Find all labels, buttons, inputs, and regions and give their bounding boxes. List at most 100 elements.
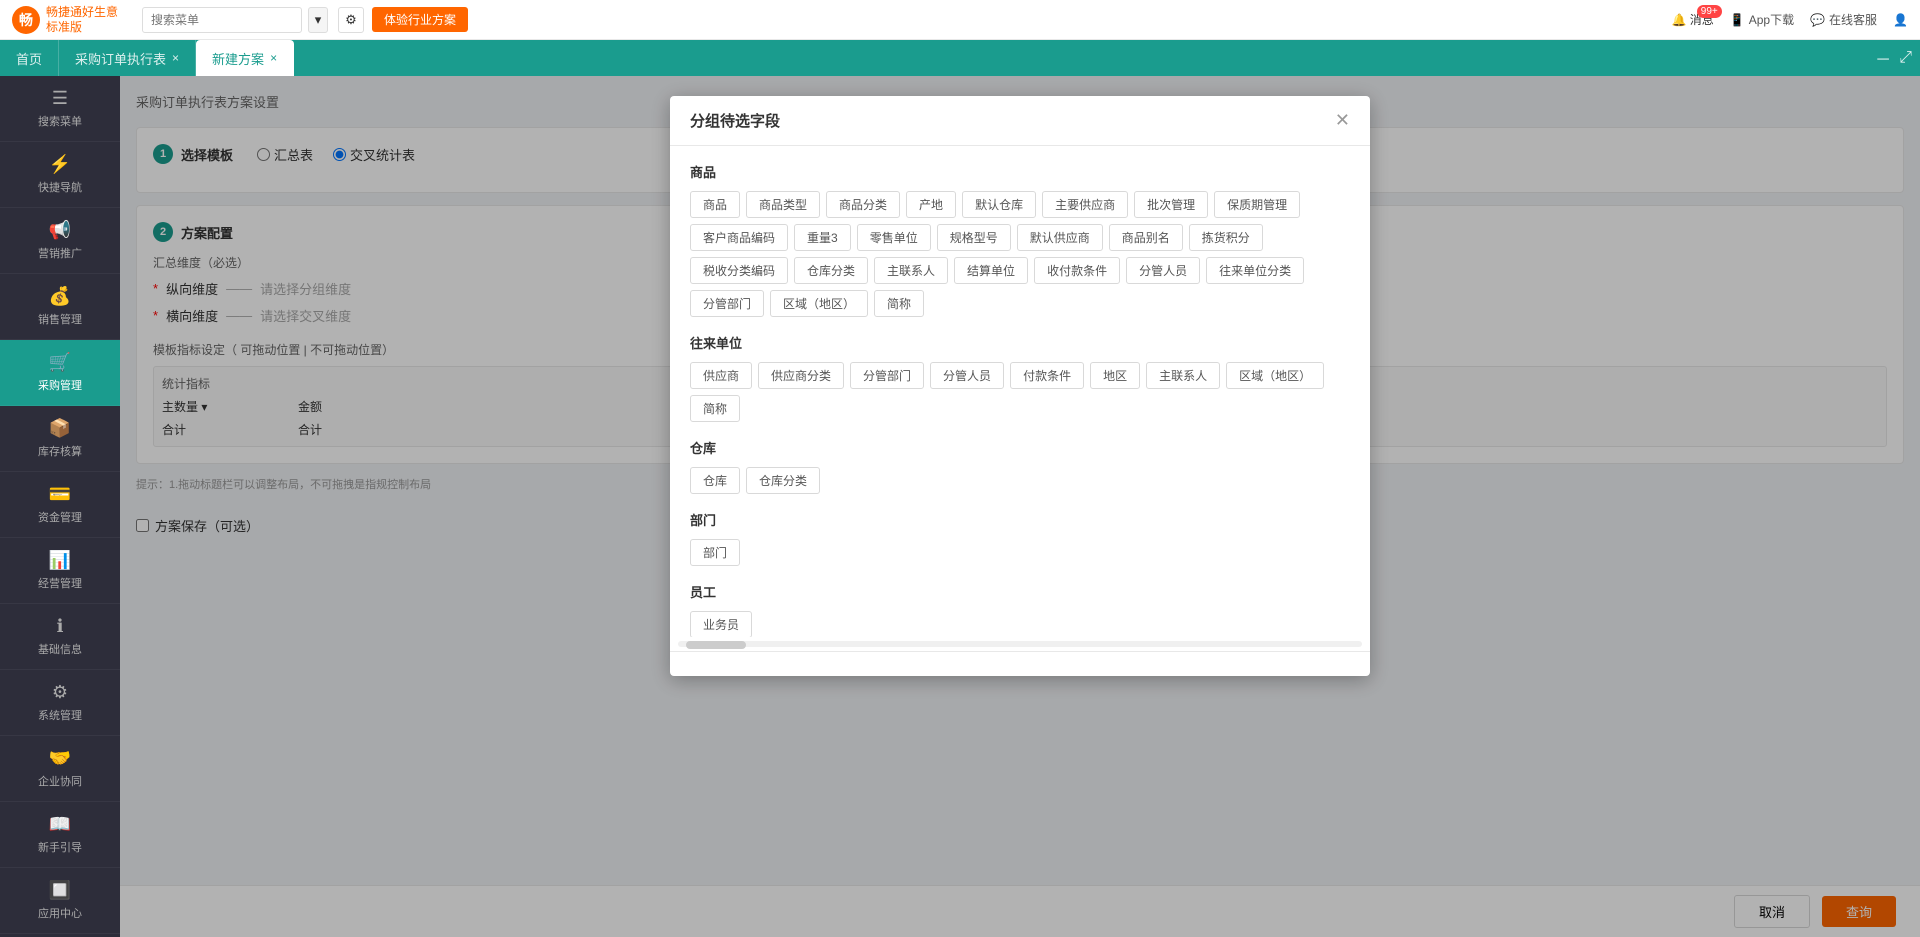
logo-area: 畅 畅捷通好生意 标准版 xyxy=(12,5,132,34)
hscroll-thumb xyxy=(686,641,746,649)
search-menu-icon: ☰ xyxy=(52,88,68,109)
inventory-icon: 📦 xyxy=(49,418,71,439)
search-dropdown[interactable]: ▾ xyxy=(308,7,328,33)
field-tag[interactable]: 主联系人 xyxy=(874,257,948,284)
tab-new-plan[interactable]: 新建方案 × xyxy=(196,40,294,76)
sidebar-item-marketing[interactable]: 📢 营销推广 xyxy=(0,208,120,274)
field-tag[interactable]: 部门 xyxy=(690,539,740,566)
logo-text: 畅捷通好生意 标准版 xyxy=(46,5,118,34)
field-tag[interactable]: 简称 xyxy=(874,290,924,317)
user-avatar[interactable]: 👤 xyxy=(1893,13,1908,27)
modal-footer xyxy=(670,651,1370,676)
section-title: 员工 xyxy=(690,582,1350,601)
sidebar-item-guide[interactable]: 📖 新手引导 xyxy=(0,802,120,868)
sidebar-item-finance[interactable]: 💳 资金管理 xyxy=(0,472,120,538)
modal-field-selector: 分组待选字段 ✕ 商品商品商品类型商品分类产地默认仓库主要供应商批次管理保质期管… xyxy=(670,96,1370,676)
operations-icon: 📊 xyxy=(49,550,71,571)
section-title: 仓库 xyxy=(690,438,1350,457)
field-tag[interactable]: 仓库 xyxy=(690,467,740,494)
field-tag[interactable]: 简称 xyxy=(690,395,740,422)
field-tag[interactable]: 重量3 xyxy=(794,224,851,251)
sidebar-item-purchase[interactable]: 🛒 采购管理 xyxy=(0,340,120,406)
tab-close-new-plan[interactable]: × xyxy=(270,51,277,65)
field-section-员工: 员工业务员 xyxy=(690,582,1350,637)
sidebar-item-enterprise[interactable]: 🤝 企业协同 xyxy=(0,736,120,802)
field-tag[interactable]: 批次管理 xyxy=(1134,191,1208,218)
purchase-icon: 🛒 xyxy=(49,352,71,373)
field-tag[interactable]: 仓库分类 xyxy=(794,257,868,284)
search-input[interactable] xyxy=(142,7,302,33)
header-search: ▾ ⚙ xyxy=(142,7,364,33)
notification-icon: 🔔 xyxy=(1671,13,1686,27)
modal-overlay: 分组待选字段 ✕ 商品商品商品类型商品分类产地默认仓库主要供应商批次管理保质期管… xyxy=(120,76,1920,937)
field-tag[interactable]: 商品 xyxy=(690,191,740,218)
sidebar-item-quicknav[interactable]: ⚡ 快捷导航 xyxy=(0,142,120,208)
field-tag[interactable]: 零售单位 xyxy=(857,224,931,251)
quicknav-icon: ⚡ xyxy=(49,154,71,175)
logo-icon: 畅 xyxy=(12,6,40,34)
field-grid: 部门 xyxy=(690,539,1350,566)
field-tag[interactable]: 默认仓库 xyxy=(962,191,1036,218)
field-tag[interactable]: 主联系人 xyxy=(1146,362,1220,389)
tab-expand-icon[interactable]: ⤢ xyxy=(1899,49,1912,67)
field-tag[interactable]: 主要供应商 xyxy=(1042,191,1128,218)
field-tag[interactable]: 默认供应商 xyxy=(1017,224,1103,251)
settings-icon[interactable]: ⚙ xyxy=(338,7,364,33)
field-tag[interactable]: 区域（地区） xyxy=(1226,362,1324,389)
section-title: 往来单位 xyxy=(690,333,1350,352)
system-icon: ⚙ xyxy=(52,682,68,703)
trial-button[interactable]: 体验行业方案 xyxy=(372,7,468,32)
sidebar-item-inventory[interactable]: 📦 库存核算 xyxy=(0,406,120,472)
field-tag[interactable]: 供应商 xyxy=(690,362,752,389)
sidebar-item-basic-info[interactable]: ℹ 基础信息 xyxy=(0,604,120,670)
field-tag[interactable]: 仓库分类 xyxy=(746,467,820,494)
avatar-icon: 👤 xyxy=(1893,13,1908,27)
field-tag[interactable]: 分管人员 xyxy=(1126,257,1200,284)
field-tag[interactable]: 客户商品编码 xyxy=(690,224,788,251)
field-tag[interactable]: 往来单位分类 xyxy=(1206,257,1304,284)
field-grid: 业务员 xyxy=(690,611,1350,637)
field-tag[interactable]: 收付款条件 xyxy=(1034,257,1120,284)
app-download[interactable]: 📱 App下载 xyxy=(1730,11,1794,28)
notification-area[interactable]: 🔔 99+ 消息 xyxy=(1671,11,1713,28)
tab-bar: 首页 采购订单执行表 × 新建方案 × － ⤢ xyxy=(0,40,1920,76)
field-grid: 商品商品类型商品分类产地默认仓库主要供应商批次管理保质期管理客户商品编码重量3零… xyxy=(690,191,1350,317)
field-tag[interactable]: 产地 xyxy=(906,191,956,218)
marketing-icon: 📢 xyxy=(49,220,71,241)
online-service[interactable]: 💬 在线客服 xyxy=(1810,11,1877,28)
field-tag[interactable]: 付款条件 xyxy=(1010,362,1084,389)
field-tag[interactable]: 供应商分类 xyxy=(758,362,844,389)
modal-close-button[interactable]: ✕ xyxy=(1335,110,1350,131)
field-tag[interactable]: 商品别名 xyxy=(1109,224,1183,251)
service-icon: 💬 xyxy=(1810,13,1825,27)
field-tag[interactable]: 规格型号 xyxy=(937,224,1011,251)
field-tag[interactable]: 区域（地区） xyxy=(770,290,868,317)
field-tag[interactable]: 商品分类 xyxy=(826,191,900,218)
tab-minimize-icon[interactable]: － xyxy=(1875,46,1891,70)
sidebar-item-system[interactable]: ⚙ 系统管理 xyxy=(0,670,120,736)
tab-bar-right: － ⤢ xyxy=(1875,46,1920,70)
field-tag[interactable]: 拣货积分 xyxy=(1189,224,1263,251)
sidebar-item-sales[interactable]: 💰 销售管理 xyxy=(0,274,120,340)
tab-purchase-order[interactable]: 采购订单执行表 × xyxy=(59,40,196,76)
field-tag[interactable]: 结算单位 xyxy=(954,257,1028,284)
sidebar-item-operations[interactable]: 📊 经营管理 xyxy=(0,538,120,604)
sidebar: ☰ 搜索菜单 ⚡ 快捷导航 📢 营销推广 💰 销售管理 🛒 采购管理 📦 库存核… xyxy=(0,76,120,937)
field-tag[interactable]: 商品类型 xyxy=(746,191,820,218)
field-tag[interactable]: 地区 xyxy=(1090,362,1140,389)
field-tag[interactable]: 业务员 xyxy=(690,611,752,637)
field-tag[interactable]: 保质期管理 xyxy=(1214,191,1300,218)
modal-horizontal-scrollbar[interactable] xyxy=(678,641,1362,647)
sidebar-item-appcenter[interactable]: 🔲 应用中心 xyxy=(0,868,120,934)
field-section-部门: 部门部门 xyxy=(690,510,1350,566)
field-tag[interactable]: 税收分类编码 xyxy=(690,257,788,284)
header-right: 🔔 99+ 消息 📱 App下载 💬 在线客服 👤 xyxy=(1671,11,1908,28)
field-grid: 仓库仓库分类 xyxy=(690,467,1350,494)
tab-close-purchase[interactable]: × xyxy=(172,51,179,65)
field-tag[interactable]: 分管部门 xyxy=(690,290,764,317)
field-tag[interactable]: 分管人员 xyxy=(930,362,1004,389)
field-section-往来单位: 往来单位供应商供应商分类分管部门分管人员付款条件地区主联系人区域（地区） 简称 xyxy=(690,333,1350,422)
sidebar-item-search[interactable]: ☰ 搜索菜单 xyxy=(0,76,120,142)
field-tag[interactable]: 分管部门 xyxy=(850,362,924,389)
tab-home[interactable]: 首页 xyxy=(0,40,59,76)
